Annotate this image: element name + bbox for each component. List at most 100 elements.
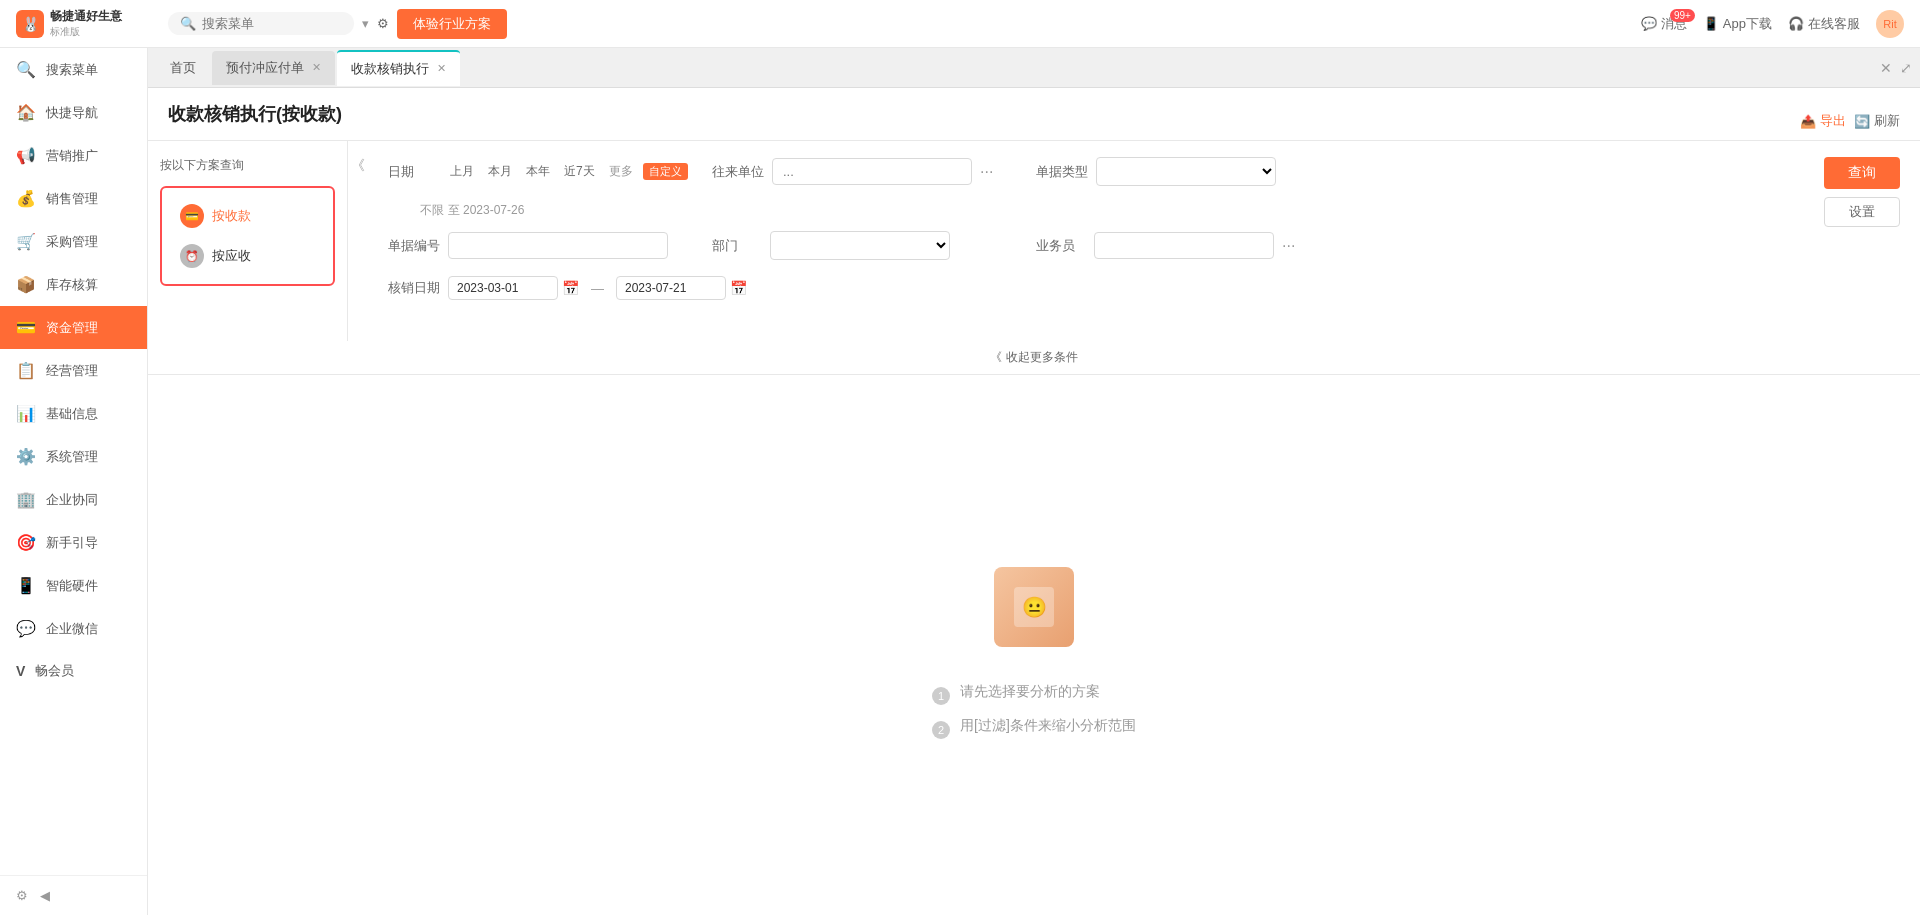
by-receipt-icon: 💳 (180, 204, 204, 228)
date-more-btn[interactable]: 更多 (605, 161, 637, 182)
doc-type-select[interactable] (1096, 157, 1276, 186)
sidebar-label-wechat: 企业微信 (46, 620, 98, 638)
date-7days-btn[interactable]: 近7天 (560, 161, 599, 182)
system-icon: ⚙️ (16, 447, 36, 466)
sidebar-item-enterprise[interactable]: 🏢 企业协同 (0, 478, 147, 521)
filter-option-by-receipt[interactable]: 💳 按收款 (170, 196, 325, 236)
collapse-more-bar: 《 收起更多条件 (148, 341, 1920, 375)
collapse-left-button[interactable]: 《 (348, 141, 368, 175)
sidebar-item-sales[interactable]: 💰 销售管理 (0, 177, 147, 220)
date-this-month-btn[interactable]: 本月 (484, 161, 516, 182)
online-service-button[interactable]: 🎧 在线客服 (1788, 15, 1860, 33)
user-avatar[interactable]: Rit (1876, 10, 1904, 38)
sidebar-item-finance[interactable]: 💳 资金管理 (0, 306, 147, 349)
main-content: 首页 预付冲应付单 ✕ 收款核销执行 ✕ ✕ ⤢ 收款核销执行(按收款) 📤 导… (148, 48, 1920, 915)
sidebar-item-newbie[interactable]: 🎯 新手引导 (0, 521, 147, 564)
counterparty-input[interactable] (772, 158, 972, 185)
query-btn-group: 查询 设置 (1824, 157, 1900, 227)
collapse-more-button[interactable]: 《 收起更多条件 (990, 349, 1078, 366)
refresh-button[interactable]: 🔄 刷新 (1854, 112, 1900, 130)
sidebar-item-wechat[interactable]: 💬 企业微信 (0, 607, 147, 650)
tab-close-all-icon[interactable]: ✕ (1880, 60, 1892, 76)
date-quick-group: 上月 本月 本年 近7天 更多 自定义 (446, 161, 688, 182)
filter-option-by-receivable[interactable]: ⏰ 按应收 (170, 236, 325, 276)
tab-close-prepay[interactable]: ✕ (312, 61, 321, 74)
sidebar-label-search-menu: 搜索菜单 (46, 61, 98, 79)
page-header-actions: 📤 导出 🔄 刷新 (1800, 112, 1900, 130)
sidebar-item-quick-nav[interactable]: 🏠 快捷导航 (0, 91, 147, 134)
sidebar-label-basic-info: 基础信息 (46, 405, 98, 423)
sidebar-label-hardware: 智能硬件 (46, 577, 98, 595)
refresh-icon: 🔄 (1854, 114, 1870, 129)
newbie-icon: 🎯 (16, 533, 36, 552)
export-icon: 📤 (1800, 114, 1816, 129)
page-title: 收款核销执行(按收款) (168, 102, 342, 140)
hint-number-1: 1 (932, 687, 950, 705)
tab-close-receipt[interactable]: ✕ (437, 62, 446, 75)
sidebar-collapse-icon[interactable]: ◀ (40, 888, 50, 903)
message-badge: 99+ (1670, 9, 1695, 22)
app-download-icon: 📱 (1703, 16, 1719, 31)
hint-text-1: 请先选择要分析的方案 (960, 683, 1100, 701)
date-this-year-btn[interactable]: 本年 (522, 161, 554, 182)
sidebar-item-marketing[interactable]: 📢 营销推广 (0, 134, 147, 177)
dropdown-icon[interactable]: ▾ (362, 16, 369, 31)
sidebar-item-basic-info[interactable]: 📊 基础信息 (0, 392, 147, 435)
tab-bar: 首页 预付冲应付单 ✕ 收款核销执行 ✕ ✕ ⤢ (148, 48, 1920, 88)
tab-home[interactable]: 首页 (156, 51, 210, 85)
sidebar-item-purchase[interactable]: 🛒 采购管理 (0, 220, 147, 263)
basic-info-icon: 📊 (16, 404, 36, 423)
sidebar-label-inventory: 库存核算 (46, 276, 98, 294)
verify-date-end-input[interactable] (616, 276, 726, 300)
collapse-more-label: 收起更多条件 (1006, 349, 1078, 366)
date-to-label: 至 2023-07-26 (448, 203, 525, 217)
verify-date-start-calendar-icon[interactable]: 📅 (562, 280, 579, 296)
staff-input[interactable] (1094, 232, 1274, 259)
setting-button[interactable]: 设置 (1824, 197, 1900, 227)
industry-solution-button[interactable]: 体验行业方案 (397, 9, 507, 39)
counterparty-label: 往来单位 (712, 163, 764, 181)
sidebar-settings-icon[interactable]: ⚙ (16, 888, 28, 903)
export-button[interactable]: 📤 导出 (1800, 112, 1846, 130)
by-receivable-icon: ⏰ (180, 244, 204, 268)
date-prev-month-btn[interactable]: 上月 (446, 161, 478, 182)
app-download-button[interactable]: 📱 App下载 (1703, 15, 1772, 33)
doc-no-input[interactable] (448, 232, 668, 259)
verify-date-start-input[interactable] (448, 276, 558, 300)
tab-expand-icon[interactable]: ⤢ (1900, 60, 1912, 76)
date-no-limit-label: 不限 (420, 203, 444, 217)
page-header: 收款核销执行(按收款) 📤 导出 🔄 刷新 (148, 88, 1920, 141)
search-box[interactable]: 🔍 (168, 12, 354, 35)
filter-row-3: 核销日期 📅 — 📅 (388, 276, 1808, 300)
service-icon: 🎧 (1788, 16, 1804, 31)
date-label: 日期 (388, 163, 438, 181)
empty-illustration: 😐 (974, 547, 1094, 667)
dept-select[interactable] (770, 231, 950, 260)
hardware-icon: 📱 (16, 576, 36, 595)
verify-date-end-calendar-icon[interactable]: 📅 (730, 280, 747, 296)
inventory-icon: 📦 (16, 275, 36, 294)
staff-ellipsis-icon[interactable]: ··· (1282, 237, 1295, 255)
sidebar-item-inventory[interactable]: 📦 库存核算 (0, 263, 147, 306)
top-search-input[interactable] (202, 16, 342, 31)
receipt-offset-label: 收款核销执行 (351, 60, 429, 78)
sidebar-item-operation[interactable]: 📋 经营管理 (0, 349, 147, 392)
filter-left-title: 按以下方案查询 (160, 157, 335, 174)
query-button[interactable]: 查询 (1824, 157, 1900, 189)
date-custom-tag[interactable]: 自定义 (643, 163, 688, 180)
filter-row-1: 日期 上月 本月 本年 近7天 更多 自定义 往来单位 (388, 157, 1808, 186)
filter-group-verify-date: 核销日期 📅 — 📅 (388, 276, 747, 300)
tab-receipt-offset[interactable]: 收款核销执行 ✕ (337, 50, 460, 86)
gear-icon[interactable]: ⚙ (377, 16, 389, 31)
sidebar-item-vip[interactable]: V 畅会员 (0, 650, 147, 692)
empty-hint-1: 1 请先选择要分析的方案 (932, 683, 1136, 709)
app-name: 畅捷通好生意 (50, 8, 122, 25)
collapse-arrow-icon: 《 (351, 157, 365, 175)
sidebar: 🔍 搜索菜单 🏠 快捷导航 📢 营销推广 💰 销售管理 🛒 采购管理 📦 库存核… (0, 48, 148, 915)
message-button[interactable]: 💬 消息 99+ (1641, 15, 1687, 33)
tab-prepay-offset[interactable]: 预付冲应付单 ✕ (212, 51, 335, 85)
counterparty-ellipsis-icon[interactable]: ··· (980, 163, 993, 181)
sidebar-item-hardware[interactable]: 📱 智能硬件 (0, 564, 147, 607)
sidebar-item-search-menu[interactable]: 🔍 搜索菜单 (0, 48, 147, 91)
sidebar-item-system[interactable]: ⚙️ 系统管理 (0, 435, 147, 478)
